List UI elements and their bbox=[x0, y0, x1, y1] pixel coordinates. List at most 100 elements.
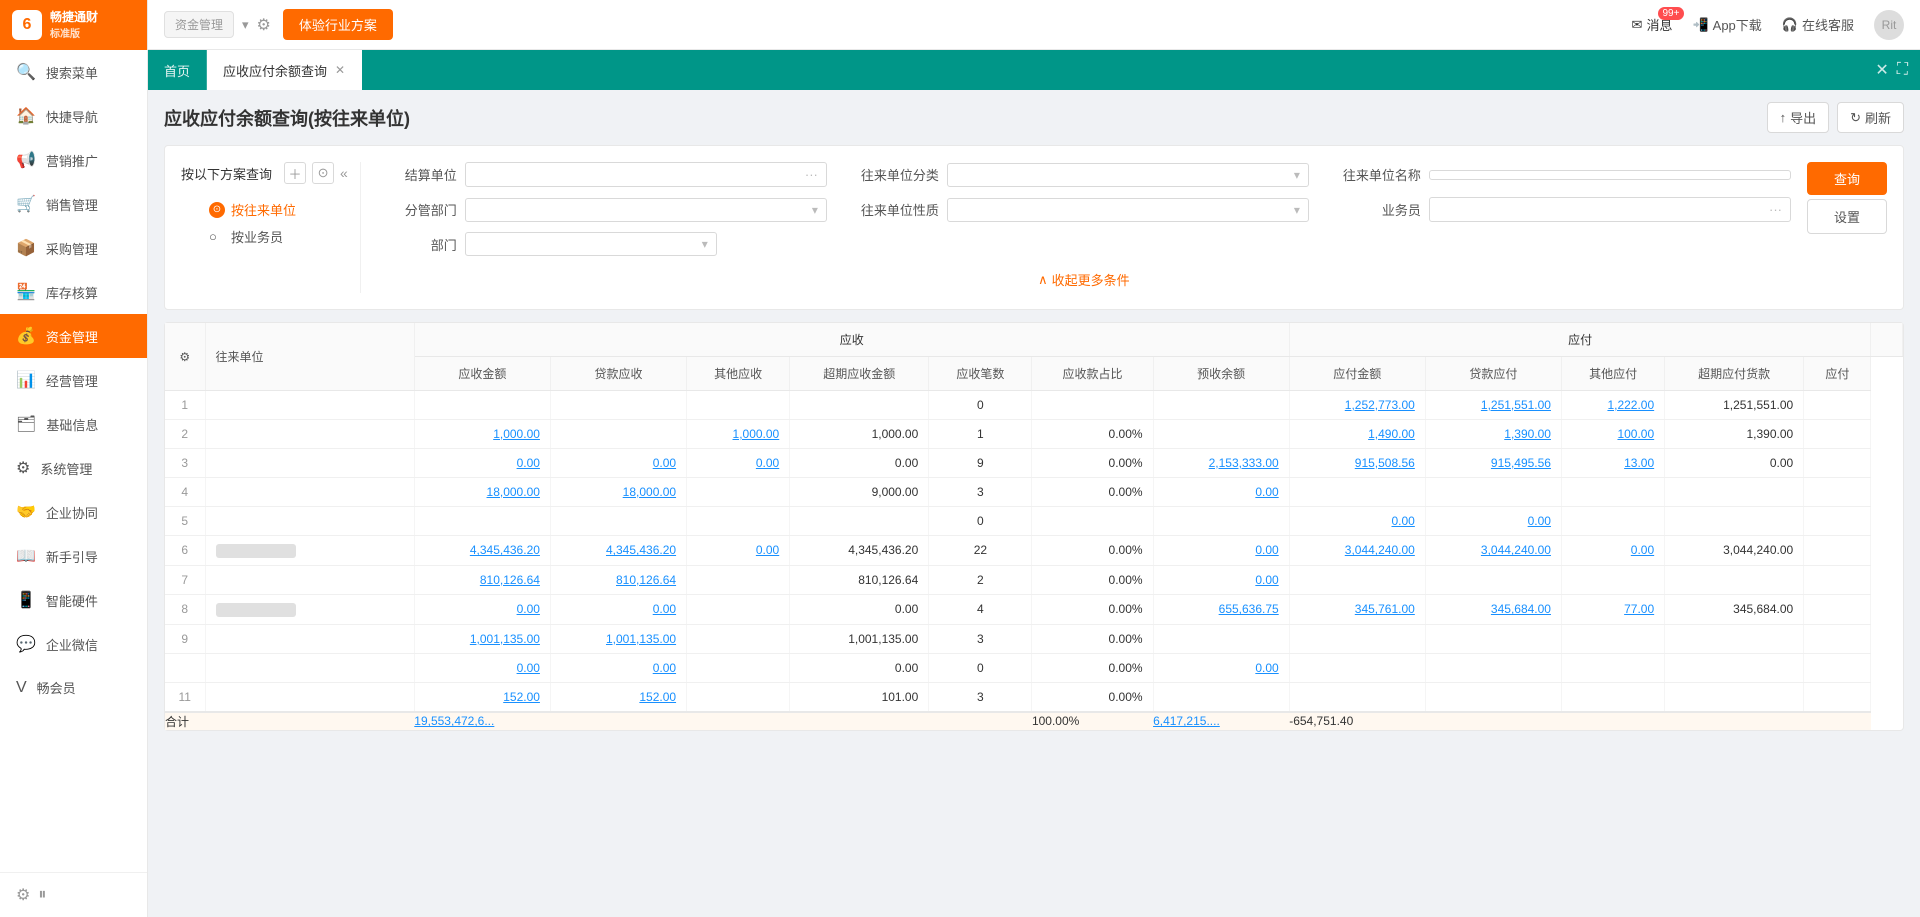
query-button[interactable]: 查询 bbox=[1807, 162, 1887, 195]
cell-ar_amount[interactable]: 0.00 bbox=[414, 594, 550, 624]
cell-ap_amount[interactable]: 345,761.00 bbox=[1289, 594, 1425, 624]
cell-link-ar_loan[interactable]: 1,001,135.00 bbox=[606, 632, 676, 646]
cell-link-ar_amount[interactable]: 1,000.00 bbox=[493, 427, 540, 441]
cell-ap_other[interactable] bbox=[1561, 624, 1664, 653]
app-download-button[interactable]: 📲 App下载 bbox=[1692, 15, 1761, 34]
message-button[interactable]: ✉ 消息 99+ bbox=[1632, 15, 1673, 34]
cell-ar_prepay[interactable]: 0.00 bbox=[1153, 478, 1289, 507]
cell-link-ar_prepay[interactable]: 0.00 bbox=[1255, 485, 1278, 499]
cell-link-ap_loan[interactable]: 1,390.00 bbox=[1504, 427, 1551, 441]
cell-ar_loan[interactable]: 4,345,436.20 bbox=[550, 536, 686, 566]
sidebar-item-guide[interactable]: 📖 新手引导 bbox=[0, 534, 147, 578]
cell-link-ap_amount[interactable]: 915,508.56 bbox=[1355, 456, 1415, 470]
cell-ar_amount[interactable] bbox=[414, 507, 550, 536]
cell-ar_amount[interactable]: 152.00 bbox=[414, 682, 550, 712]
sidebar-item-search[interactable]: 🔍 搜索菜单 bbox=[0, 50, 147, 94]
cell-link-ar_prepay[interactable]: 0.00 bbox=[1255, 543, 1278, 557]
filter-add-button[interactable]: ＋ bbox=[284, 162, 306, 184]
cell-link-ap_amount[interactable]: 3,044,240.00 bbox=[1345, 543, 1415, 557]
cell-ap_other[interactable]: 13.00 bbox=[1561, 449, 1664, 478]
cell-ap_amount[interactable]: 0.00 bbox=[1289, 507, 1425, 536]
cell-ar_other[interactable] bbox=[687, 594, 790, 624]
cell-link-ap_loan[interactable]: 0.00 bbox=[1528, 514, 1551, 528]
cell-ap_amount[interactable] bbox=[1289, 478, 1425, 507]
cell-ar_other[interactable] bbox=[687, 624, 790, 653]
cell-ar_loan[interactable]: 0.00 bbox=[550, 653, 686, 682]
cell-ar_other[interactable]: 0.00 bbox=[687, 536, 790, 566]
cell-ar_amount[interactable]: 1,000.00 bbox=[414, 420, 550, 449]
dropdown-arrow-icon[interactable]: ▾ bbox=[242, 17, 249, 33]
cell-link-ap_other[interactable]: 1,222.00 bbox=[1607, 398, 1654, 412]
sidebar-item-quicknav[interactable]: 🏠 快捷导航 bbox=[0, 94, 147, 138]
sidebar-item-wechat[interactable]: 💬 企业微信 bbox=[0, 622, 147, 666]
cell-link-ap_loan[interactable]: 345,684.00 bbox=[1491, 602, 1551, 616]
cell-ap_other[interactable] bbox=[1561, 565, 1664, 594]
cell-ar_other[interactable] bbox=[687, 653, 790, 682]
settings-icon[interactable]: ⚙ bbox=[16, 885, 30, 905]
cell-ar_other[interactable] bbox=[687, 478, 790, 507]
cell-ap_loan[interactable] bbox=[1425, 565, 1561, 594]
cell-ap_other[interactable] bbox=[1561, 682, 1664, 712]
cell-link-ar_amount[interactable]: 810,126.64 bbox=[480, 573, 540, 587]
cell-ar_loan[interactable]: 810,126.64 bbox=[550, 565, 686, 594]
cell-link-ap_other[interactable]: 0.00 bbox=[1631, 543, 1654, 557]
table-config-icon[interactable]: ⚙ bbox=[179, 350, 190, 364]
cell-ar_other[interactable]: 0.00 bbox=[687, 449, 790, 478]
cell-link-ap_loan[interactable]: 3,044,240.00 bbox=[1481, 543, 1551, 557]
partner-name-input[interactable] bbox=[1429, 170, 1791, 180]
cell-ar_amount[interactable]: 0.00 bbox=[414, 449, 550, 478]
cell-link-ar_amount[interactable]: 0.00 bbox=[517, 602, 540, 616]
cell-link-ap_other[interactable]: 13.00 bbox=[1624, 456, 1654, 470]
cell-ar_loan[interactable]: 18,000.00 bbox=[550, 478, 686, 507]
window-maximize-icon[interactable]: ⛶ bbox=[1897, 61, 1908, 79]
trial-button[interactable]: 体验行业方案 bbox=[283, 9, 393, 40]
cell-ap_loan[interactable]: 0.00 bbox=[1425, 507, 1561, 536]
cell-link-ar_amount[interactable]: 18,000.00 bbox=[487, 485, 540, 499]
cell-ar_prepay[interactable] bbox=[1153, 507, 1289, 536]
cell-ar_amount[interactable] bbox=[414, 391, 550, 420]
cell-link-ar_other[interactable]: 0.00 bbox=[756, 456, 779, 470]
cell-ap_other[interactable]: 0.00 bbox=[1561, 536, 1664, 566]
filter-collapse-toggle[interactable]: « bbox=[340, 165, 348, 181]
user-avatar[interactable]: Rit bbox=[1874, 10, 1904, 40]
collapse-icon[interactable]: ⏸ bbox=[38, 886, 46, 904]
cell-link-ar_amount[interactable]: 1,001,135.00 bbox=[470, 632, 540, 646]
export-button[interactable]: ↑ 导出 bbox=[1767, 102, 1830, 133]
salesperson-dots[interactable]: ··· bbox=[1769, 202, 1782, 217]
cell-link-ar_amount[interactable]: 0.00 bbox=[517, 456, 540, 470]
cell-ar_other[interactable] bbox=[687, 391, 790, 420]
tab-home[interactable]: 首页 bbox=[148, 50, 207, 90]
settlement-unit-input[interactable]: ··· bbox=[465, 162, 827, 187]
cell-ap_other[interactable]: 1,222.00 bbox=[1561, 391, 1664, 420]
dept-manage-input[interactable]: ▾ bbox=[465, 198, 827, 222]
cell-ap_amount[interactable]: 1,490.00 bbox=[1289, 420, 1425, 449]
cell-ap_other[interactable] bbox=[1561, 507, 1664, 536]
cell-ar_prepay[interactable]: 655,636.75 bbox=[1153, 594, 1289, 624]
cell-ap_loan[interactable] bbox=[1425, 653, 1561, 682]
cell-ap_other[interactable] bbox=[1561, 653, 1664, 682]
sidebar-item-sales[interactable]: 🛒 销售管理 bbox=[0, 182, 147, 226]
cell-ap_loan[interactable] bbox=[1425, 624, 1561, 653]
cell-link-ar_prepay[interactable]: 0.00 bbox=[1255, 661, 1278, 675]
cell-ar_loan[interactable] bbox=[550, 420, 686, 449]
filter-option-staff[interactable]: ○ 按业务员 bbox=[201, 223, 348, 250]
filter-scheme-button[interactable]: ⊙ bbox=[312, 162, 334, 184]
sidebar-item-collab[interactable]: 🤝 企业协同 bbox=[0, 490, 147, 534]
cell-ar_prepay[interactable] bbox=[1153, 624, 1289, 653]
cell-ar_prepay[interactable]: 2,153,333.00 bbox=[1153, 449, 1289, 478]
cell-ap_loan[interactable] bbox=[1425, 478, 1561, 507]
dept-input[interactable]: ▾ bbox=[465, 232, 717, 256]
cell-ar_prepay[interactable] bbox=[1153, 682, 1289, 712]
cell-ap_amount[interactable]: 1,252,773.00 bbox=[1289, 391, 1425, 420]
cell-ap_loan[interactable] bbox=[1425, 682, 1561, 712]
partner-nature-input[interactable]: ▾ bbox=[947, 198, 1309, 222]
cell-ap_other[interactable]: 77.00 bbox=[1561, 594, 1664, 624]
cell-ar_loan[interactable]: 1,001,135.00 bbox=[550, 624, 686, 653]
cell-link-ar_amount[interactable]: 4,345,436.20 bbox=[470, 543, 540, 557]
cell-ap_amount[interactable] bbox=[1289, 682, 1425, 712]
partner-category-arrow[interactable]: ▾ bbox=[1294, 168, 1300, 182]
cell-ap_loan[interactable]: 3,044,240.00 bbox=[1425, 536, 1561, 566]
cell-ap_amount[interactable]: 915,508.56 bbox=[1289, 449, 1425, 478]
cell-link-ar_prepay[interactable]: 655,636.75 bbox=[1219, 602, 1279, 616]
gear-icon[interactable]: ⚙ bbox=[257, 15, 271, 35]
